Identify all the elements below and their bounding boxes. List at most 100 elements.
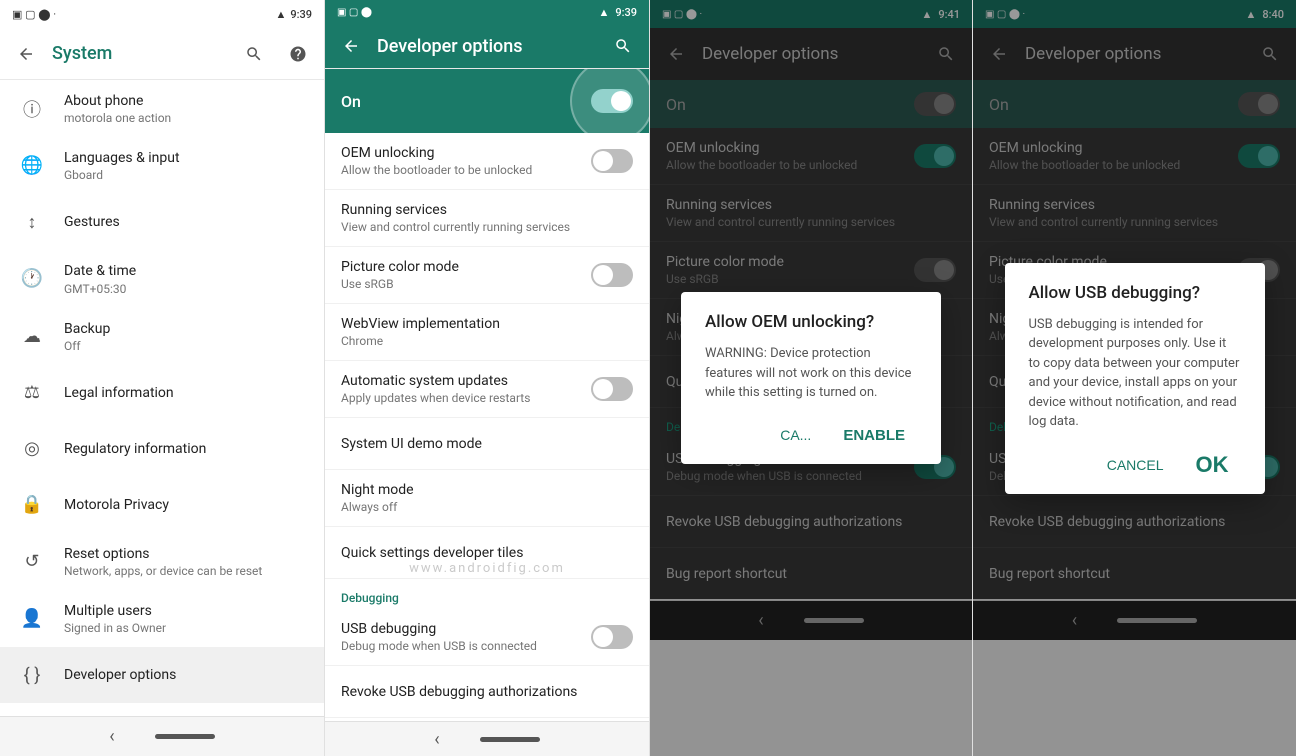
status-icons-left: ▣ ▢ ⬤ · xyxy=(12,8,56,21)
nav-multiple-users[interactable]: 👤 Multiple users Signed in as Owner xyxy=(0,590,324,647)
about-phone-subtitle: motorola one action xyxy=(64,111,308,125)
wifi-icon-mid: ▲ xyxy=(598,6,609,19)
privacy-icon: 🔒 xyxy=(16,489,48,521)
app-bar-dev-mid: Developer options xyxy=(325,24,649,69)
dev-on-toggle-mid[interactable] xyxy=(591,89,633,113)
dev-options-list-mid: OEM unlocking Allow the bootloader to be… xyxy=(325,133,649,721)
usb-debugging-mid[interactable]: USB debugging Debug mode when USB is con… xyxy=(325,609,649,666)
home-btn-mid[interactable] xyxy=(480,737,540,742)
oem-cancel-button[interactable]: Ca... xyxy=(768,419,823,452)
dev-options-mid-panel: ▣ ▢ ⬤ ▲ 9:39 Developer options On OEM un… xyxy=(325,0,650,756)
multiple-users-title: Multiple users xyxy=(64,602,308,620)
oem-dialog-actions: Ca... Enable xyxy=(705,419,917,452)
reset-icon: ↺ xyxy=(16,545,48,577)
usb-dialog: Allow USB debugging? USB debugging is in… xyxy=(1005,263,1265,494)
usb-debug-toggle-mid[interactable] xyxy=(591,625,633,649)
reset-title: Reset options xyxy=(64,545,308,563)
legal-title: Legal information xyxy=(64,384,308,402)
oem-dialog-title: Allow OEM unlocking? xyxy=(705,312,917,332)
nav-backup[interactable]: ☁ Backup Off xyxy=(0,308,324,365)
nav-system-updates[interactable]: 📱 System updates Updated to Android 9 xyxy=(0,703,324,716)
date-time-icon: 🕐 xyxy=(16,263,48,295)
developer-options-title: Developer options xyxy=(64,666,308,684)
nav-motorola-privacy[interactable]: 🔒 Motorola Privacy xyxy=(0,477,324,533)
auto-updates-toggle-mid[interactable] xyxy=(591,377,633,401)
usb-ok-button[interactable]: OK xyxy=(1184,448,1241,482)
nav-gestures[interactable]: ↕ Gestures xyxy=(0,194,324,250)
bottom-nav-left: ‹ xyxy=(0,716,324,756)
motorola-privacy-title: Motorola Privacy xyxy=(64,496,308,514)
nav-developer-options[interactable]: { } Developer options xyxy=(0,647,324,703)
language-icon: 🌐 xyxy=(16,150,48,182)
legal-icon: ⚖ xyxy=(16,377,48,409)
dev-options-content-mid: On OEM unlocking Allow the bootloader to… xyxy=(325,69,649,721)
about-phone-title: About phone xyxy=(64,92,308,110)
nav-regulatory[interactable]: ◎ Regulatory information xyxy=(0,421,324,477)
back-btn-left[interactable]: ‹ xyxy=(109,726,114,747)
nav-about-phone[interactable]: ⓘ About phone motorola one action xyxy=(0,80,324,137)
picture-toggle-mid[interactable] xyxy=(591,263,633,287)
usb-dialog-body: USB debugging is intended for developmen… xyxy=(1029,315,1241,432)
status-bar-mid: ▣ ▢ ⬤ ▲ 9:39 xyxy=(325,0,649,24)
system-updates-title: System updates xyxy=(64,715,308,716)
oem-dialog-overlay: Allow OEM unlocking? WARNING: Device pro… xyxy=(650,0,972,756)
oem-enable-button[interactable]: Enable xyxy=(831,419,917,452)
night-mode-mid[interactable]: Night mode Always off xyxy=(325,470,649,527)
bottom-nav-mid: ‹ xyxy=(325,721,649,756)
gestures-title: Gestures xyxy=(64,213,308,231)
developer-icon: { } xyxy=(16,659,48,691)
qs-dev-tiles-mid[interactable]: Quick settings developer tiles xyxy=(325,527,649,579)
system-title: System xyxy=(52,43,228,64)
webview-mid[interactable]: WebView implementation Chrome xyxy=(325,304,649,361)
nav-reset[interactable]: ↺ Reset options Network, apps, or device… xyxy=(0,533,324,590)
help-button-system[interactable] xyxy=(280,36,316,72)
gestures-icon: ↕ xyxy=(16,206,48,238)
users-icon: 👤 xyxy=(16,603,48,635)
running-services-mid[interactable]: Running services View and control curren… xyxy=(325,190,649,247)
back-btn-mid[interactable]: ‹ xyxy=(434,729,439,750)
multiple-users-subtitle: Signed in as Owner xyxy=(64,621,308,635)
dev-options-title-mid: Developer options xyxy=(377,36,597,57)
languages-subtitle: Gboard xyxy=(64,168,308,182)
dev-options-right1-panel: ▣ ▢ ⬤ · ▲ 9:41 Developer options On xyxy=(650,0,973,756)
status-bar-left: ▣ ▢ ⬤ · ▲ 9:39 xyxy=(0,0,324,28)
notif-icons: ▣ ▢ ⬤ · xyxy=(12,8,56,21)
app-bar-system: System xyxy=(0,28,324,80)
back-button-dev-mid[interactable] xyxy=(333,28,369,64)
dev-options-right2-panel: ▣ ▢ ⬤ · ▲ 8:40 Developer options On xyxy=(973,0,1296,756)
regulatory-icon: ◎ xyxy=(16,433,48,465)
usb-dialog-title: Allow USB debugging? xyxy=(1029,283,1241,303)
home-btn-left[interactable] xyxy=(155,734,215,739)
backup-title: Backup xyxy=(64,320,308,338)
usb-cancel-button[interactable]: Cancel xyxy=(1095,448,1176,482)
languages-title: Languages & input xyxy=(64,149,308,167)
wifi-icon: ▲ xyxy=(275,8,286,21)
back-button-system[interactable] xyxy=(8,36,44,72)
search-button-system[interactable] xyxy=(236,36,272,72)
nav-legal[interactable]: ⚖ Legal information xyxy=(0,365,324,421)
time-left: 9:39 xyxy=(290,8,312,21)
oem-dialog-body: WARNING: Device protection features will… xyxy=(705,344,917,403)
debugging-label-mid: Debugging xyxy=(325,579,649,609)
picture-color-mid[interactable]: Picture color mode Use sRGB xyxy=(325,247,649,304)
dev-on-header-mid: On xyxy=(325,69,649,133)
regulatory-title: Regulatory information xyxy=(64,440,308,458)
revoke-usb-mid[interactable]: Revoke USB debugging authorizations xyxy=(325,666,649,718)
backup-icon: ☁ xyxy=(16,320,48,352)
time-mid: 9:39 xyxy=(615,6,637,19)
nav-date-time[interactable]: 🕐 Date & time GMT+05:30 xyxy=(0,250,324,307)
dev-on-label-mid: On xyxy=(341,92,361,111)
notif-icons-mid: ▣ ▢ ⬤ xyxy=(337,7,372,18)
nav-languages[interactable]: 🌐 Languages & input Gboard xyxy=(0,137,324,194)
system-ui-demo-mid[interactable]: System UI demo mode xyxy=(325,418,649,470)
search-button-dev-mid[interactable] xyxy=(605,28,641,64)
backup-subtitle: Off xyxy=(64,339,308,353)
system-panel: ▣ ▢ ⬤ · ▲ 9:39 System ⓘ About phone moto… xyxy=(0,0,325,756)
usb-dialog-actions: Cancel OK xyxy=(1029,448,1241,482)
oem-dialog: Allow OEM unlocking? WARNING: Device pro… xyxy=(681,292,941,464)
about-icon: ⓘ xyxy=(16,93,48,125)
auto-updates-mid[interactable]: Automatic system updates Apply updates w… xyxy=(325,361,649,418)
reset-subtitle: Network, apps, or device can be reset xyxy=(64,564,308,578)
date-time-title: Date & time xyxy=(64,262,308,280)
oem-toggle-mid[interactable] xyxy=(591,149,633,173)
